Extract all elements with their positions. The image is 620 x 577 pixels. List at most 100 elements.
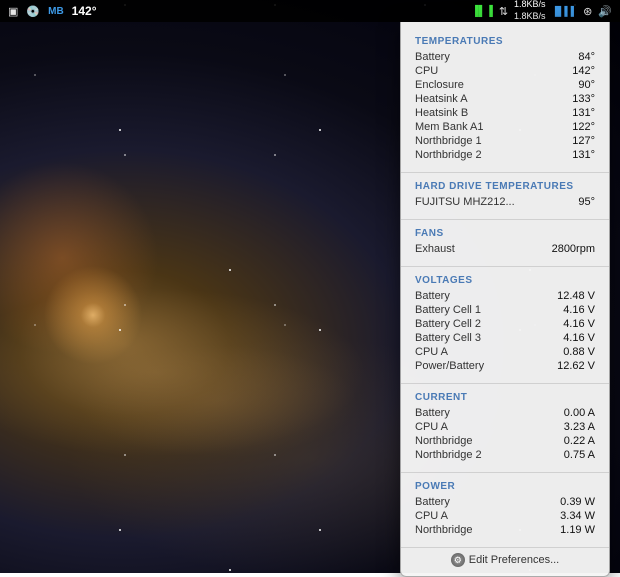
table-row: Battery 12.48 V: [415, 289, 595, 303]
battery-cell3-label: Battery Cell 3: [415, 332, 481, 344]
table-row: Heatsink A 133°: [415, 92, 595, 106]
heatsink-b-value: 131°: [572, 107, 595, 119]
battery-v-label: Battery: [415, 290, 450, 302]
mb-icon: MB: [48, 6, 64, 17]
northbridge2-a-label: Northbridge 2: [415, 449, 482, 461]
northbridge-a-label: Northbridge: [415, 435, 472, 447]
edit-preferences-label: Edit Preferences...: [469, 554, 560, 566]
battery-cell1-value: 4.16 V: [563, 304, 595, 316]
table-row: Battery 84°: [415, 50, 595, 64]
cpu-a-v-label: CPU A: [415, 346, 448, 358]
table-row: Battery Cell 3 4.16 V: [415, 331, 595, 345]
table-row: Heatsink B 131°: [415, 106, 595, 120]
network-speed: 1.8KB/s 1.8KB/s: [514, 0, 546, 23]
battery-cell2-label: Battery Cell 2: [415, 318, 481, 330]
temperatures-section: TEMPERATURES Battery 84° CPU 142° Enclos…: [401, 32, 609, 168]
cpu-a-w-label: CPU A: [415, 510, 448, 522]
current-section: CURRENT Battery 0.00 A CPU A 3.23 A Nort…: [401, 388, 609, 468]
divider: [401, 472, 609, 473]
hdd-temps-section: HARD DRIVE TEMPERATURES FUJITSU MHZ212..…: [401, 177, 609, 215]
battery-v-value: 12.48 V: [557, 290, 595, 302]
battery-cell1-label: Battery Cell 1: [415, 304, 481, 316]
wifi-icon: ⊛: [583, 5, 592, 18]
cpu-a-value: 3.23 A: [564, 421, 595, 433]
network-down: 1.8KB/s: [514, 11, 546, 23]
mem-bank-label: Mem Bank A1: [415, 121, 483, 133]
exhaust-label: Exhaust: [415, 243, 455, 255]
edit-preferences-button[interactable]: ⚙ Edit Preferences...: [401, 547, 609, 570]
table-row: FUJITSU MHZ212... 95°: [415, 195, 595, 209]
exhaust-value: 2800rpm: [552, 243, 595, 255]
monitor-dropdown: TEMPERATURES Battery 84° CPU 142° Enclos…: [400, 22, 610, 577]
voltages-section: VOLTAGES Battery 12.48 V Battery Cell 1 …: [401, 271, 609, 379]
power-battery-value: 12.62 V: [557, 360, 595, 372]
table-row: Battery 0.39 W: [415, 495, 595, 509]
table-row: Northbridge 1.19 W: [415, 523, 595, 537]
northbridge2-temp-value: 131°: [572, 149, 595, 161]
power-title: POWER: [415, 481, 595, 492]
heatsink-a-label: Heatsink A: [415, 93, 468, 105]
fujitsu-value: 95°: [578, 196, 595, 208]
table-row: CPU A 3.23 A: [415, 420, 595, 434]
northbridge2-temp-label: Northbridge 2: [415, 149, 482, 161]
table-row: Northbridge 2 131°: [415, 148, 595, 162]
cpu-temp-display[interactable]: 142°: [72, 4, 97, 18]
volume-icon: 🔊: [598, 5, 612, 18]
battery-w-value: 0.39 W: [560, 496, 595, 508]
battery-w-label: Battery: [415, 496, 450, 508]
fans-section: FANS Exhaust 2800rpm: [401, 224, 609, 262]
northbridge-w-value: 1.19 W: [560, 524, 595, 536]
mem-bank-value: 122°: [572, 121, 595, 133]
table-row: Battery Cell 2 4.16 V: [415, 317, 595, 331]
table-row: Battery Cell 1 4.16 V: [415, 303, 595, 317]
table-row: Power/Battery 12.62 V: [415, 359, 595, 373]
table-row: Northbridge 0.22 A: [415, 434, 595, 448]
enclosure-temp-value: 90°: [578, 79, 595, 91]
table-row: CPU A 3.34 W: [415, 509, 595, 523]
table-row: Exhaust 2800rpm: [415, 242, 595, 256]
battery-a-value: 0.00 A: [564, 407, 595, 419]
heatsink-a-value: 133°: [572, 93, 595, 105]
battery-a-label: Battery: [415, 407, 450, 419]
bar-chart-icon: ▐▌▐: [472, 6, 493, 17]
table-row: Northbridge 2 0.75 A: [415, 448, 595, 462]
table-row: CPU A 0.88 V: [415, 345, 595, 359]
northbridge1-temp-label: Northbridge 1: [415, 135, 482, 147]
hd-icon: 💿: [26, 5, 40, 18]
current-title: CURRENT: [415, 392, 595, 403]
fujitsu-label: FUJITSU MHZ212...: [415, 196, 515, 208]
cpu-a-v-value: 0.88 V: [563, 346, 595, 358]
northbridge-w-label: Northbridge: [415, 524, 472, 536]
divider: [401, 219, 609, 220]
northbridge-a-value: 0.22 A: [564, 435, 595, 447]
network-up: 1.8KB/s: [514, 0, 546, 11]
battery-cell2-value: 4.16 V: [563, 318, 595, 330]
divider: [401, 266, 609, 267]
cpu-a-w-value: 3.34 W: [560, 510, 595, 522]
power-battery-label: Power/Battery: [415, 360, 484, 372]
fans-title: FANS: [415, 228, 595, 239]
hdd-temps-title: HARD DRIVE TEMPERATURES: [415, 181, 595, 192]
menubar-left: ▣ 💿 MB 142°: [8, 4, 97, 18]
window-icon: ▣: [8, 5, 18, 18]
battery-cell3-value: 4.16 V: [563, 332, 595, 344]
gear-icon: ⚙: [451, 553, 465, 567]
table-row: Mem Bank A1 122°: [415, 120, 595, 134]
divider: [401, 172, 609, 173]
cpu-a-label: CPU A: [415, 421, 448, 433]
northbridge2-a-value: 0.75 A: [564, 449, 595, 461]
voltages-title: VOLTAGES: [415, 275, 595, 286]
table-row: CPU 142°: [415, 64, 595, 78]
table-row: Northbridge 1 127°: [415, 134, 595, 148]
power-section: POWER Battery 0.39 W CPU A 3.34 W Northb…: [401, 477, 609, 543]
cpu-temp-value: 142°: [572, 65, 595, 77]
table-row: Enclosure 90°: [415, 78, 595, 92]
enclosure-temp-label: Enclosure: [415, 79, 464, 91]
northbridge1-temp-value: 127°: [572, 135, 595, 147]
menubar: ▣ 💿 MB 142° ▐▌▐ ⇅ 1.8KB/s 1.8KB/s ▐▌▌▌ ⊛…: [0, 0, 620, 22]
divider: [401, 383, 609, 384]
temperatures-title: TEMPERATURES: [415, 36, 595, 47]
battery-temp-label: Battery: [415, 51, 450, 63]
heatsink-b-label: Heatsink B: [415, 107, 468, 119]
network-graph-icon: ▐▌▌▌: [552, 6, 578, 16]
